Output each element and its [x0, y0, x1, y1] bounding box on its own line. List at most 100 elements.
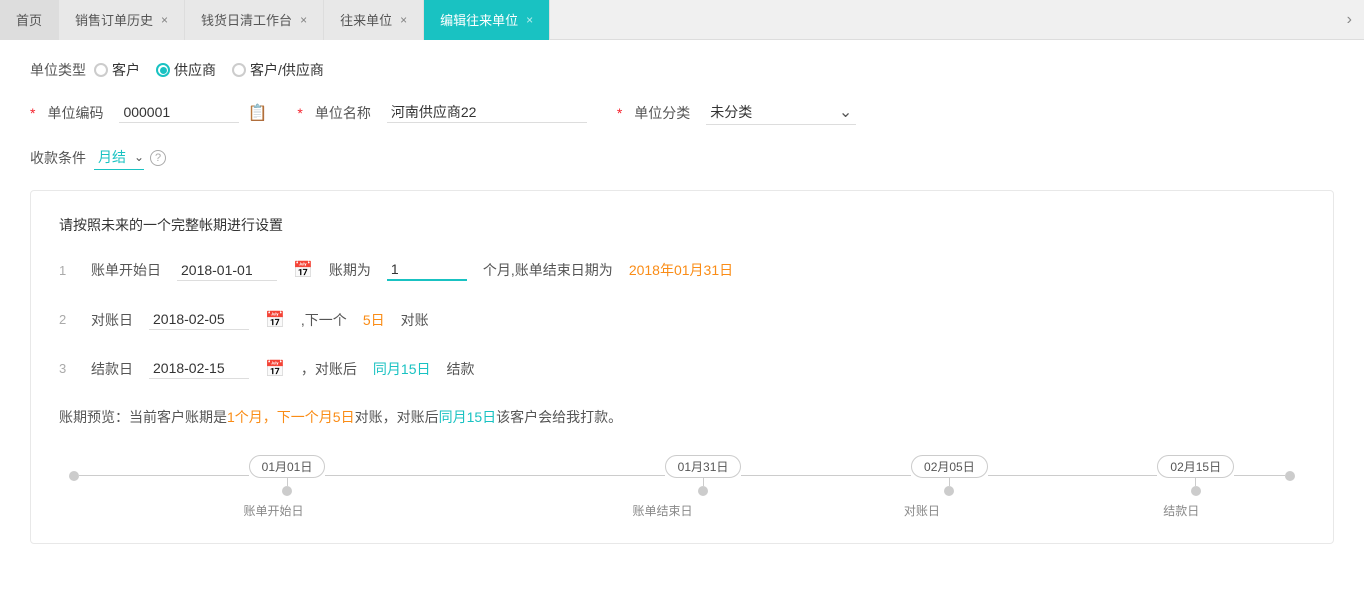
timeline-badge-3: 02月05日 [911, 455, 988, 478]
reconcile-date-input[interactable] [149, 309, 249, 330]
unit-class-arrow-icon: ⌄ [839, 102, 852, 122]
period-end-date: 2018年01月31日 [629, 260, 733, 280]
tab-cashflow-label: 钱货日清工作台 [201, 10, 292, 29]
timeline-label-4: 结款日 [1163, 502, 1199, 519]
period-label-1: 账单开始日 [91, 260, 161, 280]
timeline-label-1: 账单开始日 [244, 502, 304, 519]
timeline-dot-2 [698, 486, 708, 496]
reconcile-suffix-text: 对账 [401, 310, 429, 330]
unit-name-star: * [297, 105, 302, 121]
tab-cashflow[interactable]: 钱货日清工作台 × [185, 0, 324, 40]
radio-supplier[interactable]: 供应商 [156, 60, 216, 80]
radio-both[interactable]: 客户/供应商 [232, 60, 324, 80]
period-card: 请按照未来的一个完整帐期进行设置 1 账单开始日 📅 账期为 个月,账单结束日期… [30, 190, 1334, 544]
timeline-spacer-3 [727, 502, 857, 519]
timeline-badge-2: 01月31日 [665, 455, 742, 478]
preview-suffix: 该客户会给我打款。 [496, 409, 622, 425]
period-row-1: 1 账单开始日 📅 账期为 个月,账单结束日期为 2018年01月31日 [59, 259, 1305, 281]
unit-type-radio-group: 客户 供应商 客户/供应商 [94, 60, 324, 80]
tab-cashflow-close-icon[interactable]: × [300, 13, 307, 27]
radio-customer[interactable]: 客户 [94, 60, 140, 80]
tab-sales-label: 销售订单历史 [75, 10, 153, 29]
period-label-3: 结款日 [91, 359, 133, 379]
unit-class-value: 未分类 [710, 102, 752, 122]
timeline-node-4: 02月15日 [1157, 455, 1234, 496]
timeline-line-4 [988, 475, 1158, 476]
timeline-node-1: 01月01日 [249, 455, 326, 496]
tab-edit-label: 编辑往来单位 [440, 10, 518, 29]
unit-class-label: 单位分类 [634, 103, 690, 123]
period-num-2: 2 [59, 312, 75, 327]
timeline-spacer-2 [338, 502, 597, 519]
unit-name-label: 单位名称 [315, 103, 371, 123]
payment-date-input[interactable] [149, 358, 249, 379]
unit-type-row: 单位类型 客户 供应商 客户/供应商 [30, 60, 1334, 80]
timeline-stem-2 [703, 478, 704, 486]
unit-name-input[interactable] [387, 102, 587, 123]
tab-edit-close-icon[interactable]: × [526, 13, 533, 27]
payment-terms-arrow-icon: ⌄ [134, 150, 144, 164]
start-date-input[interactable] [177, 260, 277, 281]
tab-sales-order-history[interactable]: 销售订单历史 × [59, 0, 185, 40]
radio-both-label: 客户/供应商 [250, 60, 324, 80]
unit-code-group: * 单位编码 📋 [30, 102, 267, 123]
period-row-3: 3 结款日 📅 ，对账后同月15日结款 [59, 358, 1305, 379]
timeline-end-dot [1285, 471, 1295, 481]
tab-partner-close-icon[interactable]: × [400, 13, 407, 27]
timeline-start-dot [69, 471, 79, 481]
unit-code-label: 单位编码 [47, 103, 103, 123]
start-date-cal-icon[interactable]: 📅 [293, 260, 313, 280]
period-row-2: 2 对账日 📅 ,下一个5日对账 [59, 309, 1305, 330]
payment-suffix-prefix: ，对账后 [301, 359, 357, 379]
reconcile-highlight: 5日 [363, 310, 385, 330]
tab-bar: 首页 销售订单历史 × 钱货日清工作台 × 往来单位 × 编辑往来单位 × › [0, 0, 1364, 40]
payment-highlight: 同月15日 [373, 359, 431, 379]
radio-supplier-circle [156, 63, 170, 77]
timeline-label-container-3: 对账日 [857, 502, 987, 519]
preview-middle: 对账，对账后 [355, 409, 439, 425]
period-unit-text: 个月,账单结束日期为 [483, 260, 613, 280]
tab-home-label: 首页 [16, 10, 42, 29]
timeline-dot-4 [1191, 486, 1201, 496]
timeline-track: 01月01日 01月31日 02月05日 02 [69, 455, 1295, 496]
tab-sales-close-icon[interactable]: × [161, 13, 168, 27]
unit-name-group: * 单位名称 [297, 102, 586, 123]
unit-class-dropdown[interactable]: 未分类 ⌄ [706, 100, 856, 125]
tab-partner-units[interactable]: 往来单位 × [324, 0, 424, 40]
timeline-badge-1: 01月01日 [249, 455, 326, 478]
main-content: 单位类型 客户 供应商 客户/供应商 * 单位编码 📋 * 单位名称 [0, 40, 1364, 608]
timeline-node-2: 01月31日 [665, 455, 742, 496]
unit-code-copy-icon[interactable]: 📋 [247, 103, 267, 123]
period-label-2: 对账日 [91, 310, 133, 330]
timeline-label-3: 对账日 [904, 502, 940, 519]
timeline-label-container-1: 账单开始日 [209, 502, 339, 519]
unit-details-row: * 单位编码 📋 * 单位名称 * 单位分类 未分类 ⌄ [30, 100, 1334, 125]
period-months-input[interactable] [387, 259, 467, 281]
timeline-label-container-4: 结款日 [1116, 502, 1246, 519]
timeline-badge-4: 02月15日 [1157, 455, 1234, 478]
payment-terms-dropdown[interactable]: 月结 ⌄ [94, 145, 144, 170]
help-icon[interactable]: ? [150, 150, 166, 166]
timeline-labels: 账单开始日 账单结束日 对账日 结款日 [69, 502, 1295, 519]
period-for-label: 账期为 [329, 260, 371, 280]
timeline-dot-1 [282, 486, 292, 496]
unit-class-group: * 单位分类 未分类 ⌄ [617, 100, 856, 125]
unit-code-input[interactable] [119, 102, 239, 123]
timeline-label-2: 账单结束日 [633, 502, 693, 519]
preview-part3: 同月15日 [439, 409, 497, 425]
timeline-node-3: 02月05日 [911, 455, 988, 496]
payment-terms-row: 收款条件 月结 ⌄ ? [30, 145, 1334, 170]
tab-right-arrow[interactable]: › [1335, 11, 1364, 29]
timeline-dot-3 [944, 486, 954, 496]
tab-edit-partner[interactable]: 编辑往来单位 × [424, 0, 550, 40]
timeline-line-1 [79, 475, 249, 476]
preview-part2: 下一个月5日 [277, 409, 355, 425]
timeline-label-container-2: 账单结束日 [598, 502, 728, 519]
payment-date-cal-icon[interactable]: 📅 [265, 359, 285, 379]
timeline-line-5 [1234, 475, 1285, 476]
reconcile-date-cal-icon[interactable]: 📅 [265, 310, 285, 330]
timeline-stem-1 [287, 478, 288, 486]
tab-home[interactable]: 首页 [0, 0, 59, 40]
help-icon-label: ? [155, 152, 161, 164]
radio-both-circle [232, 63, 246, 77]
